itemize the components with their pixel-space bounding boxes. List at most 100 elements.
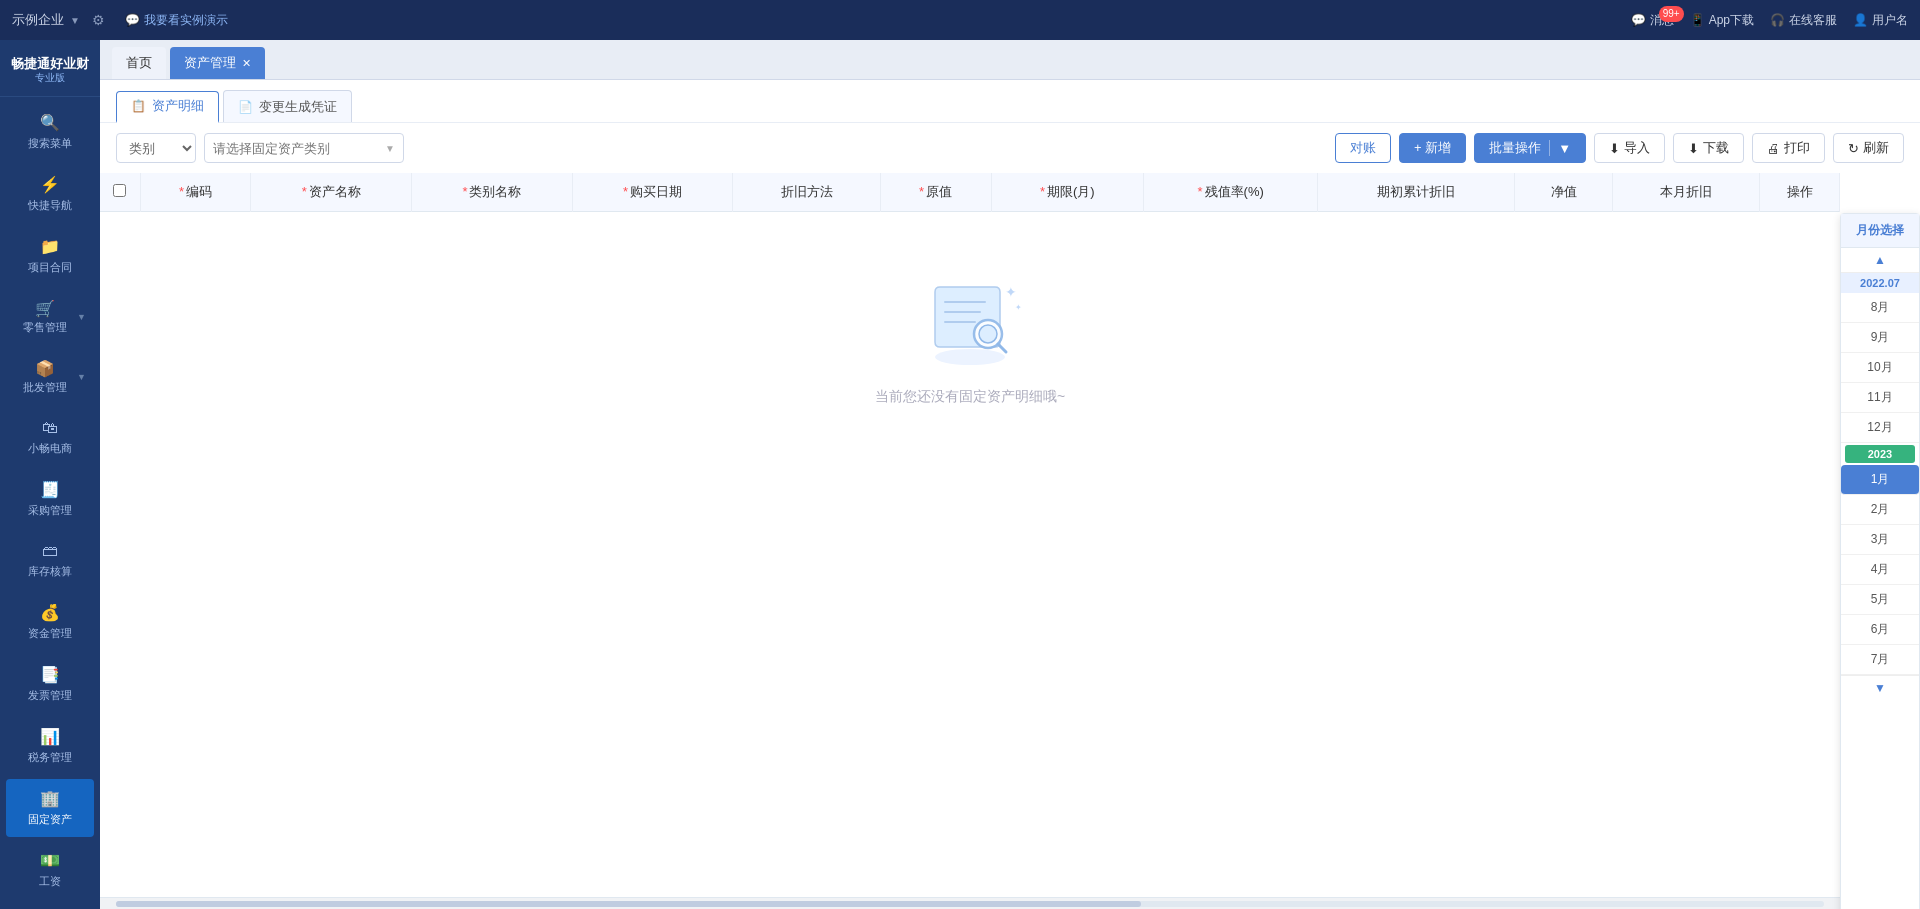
settings-icon[interactable]: ⚙ <box>92 12 105 28</box>
month-panel: 月份选择 ▲ 2022.07 8月 9月 10月 11月 12月 2023 1月… <box>1840 213 1920 909</box>
month-item-1[interactable]: 1月 <box>1841 465 1919 495</box>
company-chevron-icon: ▼ <box>70 15 80 26</box>
app-download-icon: 📱 <box>1690 13 1705 27</box>
download-button[interactable]: ⬇ 下载 <box>1673 133 1744 163</box>
month-item-8[interactable]: 8月 <box>1841 293 1919 323</box>
sidebar-item-retail[interactable]: 🛒 零售管理 ▼ <box>6 289 94 345</box>
fixed-asset-icon: 🏢 <box>40 789 60 808</box>
month-item-3[interactable]: 3月 <box>1841 525 1919 555</box>
svg-text:✦: ✦ <box>1015 303 1022 312</box>
refresh-icon: ↻ <box>1848 141 1859 156</box>
project-icon: 📁 <box>40 237 60 256</box>
sub-tab-asset-detail[interactable]: 📋 资产明细 <box>116 91 219 123</box>
month-item-5[interactable]: 5月 <box>1841 585 1919 615</box>
online-service-button[interactable]: 🎧 在线客服 <box>1770 12 1837 29</box>
sub-tab-asset-detail-label: 资产明细 <box>152 97 204 115</box>
sidebar-item-purchase[interactable]: 🧾 采购管理 <box>6 470 94 528</box>
demo-icon: 💬 <box>125 13 140 27</box>
select-all-checkbox[interactable] <box>113 184 126 197</box>
refresh-button[interactable]: ↻ 刷新 <box>1833 133 1904 163</box>
print-button[interactable]: 🖨 打印 <box>1752 133 1825 163</box>
month-item-12[interactable]: 12月 <box>1841 413 1919 443</box>
asset-detail-tab-icon: 📋 <box>131 99 146 113</box>
demo-link[interactable]: 💬 我要看实例演示 <box>125 12 228 29</box>
page-content: 📋 资产明细 📄 变更生成凭证 类别 ▼ <box>100 80 1920 909</box>
online-service-label: 在线客服 <box>1789 12 1837 29</box>
reconcile-button[interactable]: 对账 <box>1335 133 1391 163</box>
toolbar: 类别 ▼ 对账 + 新增 批量操作 <box>100 123 1920 173</box>
sidebar: 畅捷通好业财 专业版 🔍 搜索菜单 ⚡ 快捷导航 📁 项目合同 🛒 零售管理 ▼… <box>0 40 100 909</box>
sidebar-item-ecommerce[interactable]: 🛍 小畅电商 <box>6 409 94 466</box>
month-next-button[interactable]: ▼ <box>1870 678 1890 698</box>
col-residual-rate: *残值率(%) <box>1143 173 1317 212</box>
batch-label: 批量操作 <box>1489 139 1541 157</box>
category-input-wrap[interactable]: ▼ <box>204 133 404 163</box>
col-original-value: *原值 <box>880 173 991 212</box>
month-panel-header: 月份选择 <box>1841 214 1919 248</box>
sidebar-item-project-label: 项目合同 <box>28 260 72 275</box>
tab-asset-mgmt-label: 资产管理 <box>184 54 236 72</box>
month-item-2[interactable]: 2月 <box>1841 495 1919 525</box>
col-category: *类别名称 <box>412 173 573 212</box>
sidebar-item-purchase-label: 采购管理 <box>28 503 72 518</box>
sub-tab-change-voucher[interactable]: 📄 变更生成凭证 <box>223 90 352 122</box>
download-icon: ⬇ <box>1688 141 1699 156</box>
category-filter-select[interactable]: 类别 <box>116 133 196 163</box>
sidebar-item-wholesale[interactable]: 📦 批发管理 ▼ <box>6 349 94 405</box>
user-info[interactable]: 👤 用户名 <box>1853 12 1908 29</box>
app-subtitle: 专业版 <box>8 72 92 84</box>
main-content: *编码 *资产名称 *类别名称 *购买日期 折旧方法 *原值 *期限(月) *残… <box>100 173 1840 909</box>
message-button[interactable]: 💬 消息 99+ <box>1631 12 1674 29</box>
month-item-6[interactable]: 6月 <box>1841 615 1919 645</box>
company-selector[interactable]: 示例企业 ▼ <box>12 11 80 29</box>
download-label: 下载 <box>1703 139 1729 157</box>
sidebar-item-inventory[interactable]: 🗃 库存核算 <box>6 532 94 589</box>
sidebar-item-tax[interactable]: 📊 税务管理 <box>6 717 94 775</box>
sidebar-item-retail-label: 零售管理 <box>23 320 67 335</box>
month-item-11[interactable]: 11月 <box>1841 383 1919 413</box>
toolbar-right: 对账 + 新增 批量操作 ▼ ⬇ 导入 ⬇ <box>1335 133 1904 163</box>
app-title: 畅捷通好业财 <box>8 56 92 72</box>
col-accumulated-depreciation: 期初累计折旧 <box>1318 173 1515 212</box>
month-item-7[interactable]: 7月 <box>1841 645 1919 675</box>
tab-bar: 首页 资产管理 ✕ <box>100 40 1920 80</box>
category-search-input[interactable] <box>213 141 381 156</box>
bottom-scrollbar[interactable] <box>100 897 1840 909</box>
top-bar-right: 💬 消息 99+ 📱 App下载 🎧 在线客服 👤 用户名 <box>1631 12 1908 29</box>
col-net-value: 净值 <box>1515 173 1612 212</box>
month-item-4[interactable]: 4月 <box>1841 555 1919 585</box>
import-button[interactable]: ⬇ 导入 <box>1594 133 1665 163</box>
tab-home[interactable]: 首页 <box>112 47 166 79</box>
col-period-months: *期限(月) <box>991 173 1143 212</box>
sidebar-item-invoice[interactable]: 📑 发票管理 <box>6 655 94 713</box>
sub-tab-change-voucher-label: 变更生成凭证 <box>259 98 337 116</box>
month-prev-button[interactable]: ▲ <box>1870 250 1890 270</box>
add-label: + 新增 <box>1414 139 1451 157</box>
sidebar-item-management[interactable]: 📈 经营管理 <box>6 903 94 909</box>
sidebar-item-invoice-label: 发票管理 <box>28 688 72 703</box>
wholesale-arrow-icon: ▼ <box>77 372 86 382</box>
sidebar-item-payroll[interactable]: 💵 工资 <box>6 841 94 899</box>
finance-icon: 💰 <box>40 603 60 622</box>
sidebar-item-finance-label: 资金管理 <box>28 626 72 641</box>
app-download-button[interactable]: 📱 App下载 <box>1690 12 1754 29</box>
message-badge: 99+ <box>1659 6 1684 22</box>
refresh-label: 刷新 <box>1863 139 1889 157</box>
month-item-9[interactable]: 9月 <box>1841 323 1919 353</box>
sidebar-item-tax-label: 税务管理 <box>28 750 72 765</box>
scroll-thumb <box>116 901 1141 907</box>
table-wrap[interactable]: *编码 *资产名称 *类别名称 *购买日期 折旧方法 *原值 *期限(月) *残… <box>100 173 1840 897</box>
sidebar-item-project[interactable]: 📁 项目合同 <box>6 227 94 285</box>
tab-close-icon[interactable]: ✕ <box>242 57 251 70</box>
company-name: 示例企业 <box>12 11 64 29</box>
headset-icon: 🎧 <box>1770 13 1785 27</box>
tab-asset-mgmt[interactable]: 资产管理 ✕ <box>170 47 265 79</box>
sidebar-item-shortcut[interactable]: ⚡ 快捷导航 <box>6 165 94 223</box>
sidebar-item-search[interactable]: 🔍 搜索菜单 <box>6 103 94 161</box>
batch-button[interactable]: 批量操作 ▼ <box>1474 133 1586 163</box>
add-button[interactable]: + 新增 <box>1399 133 1466 163</box>
sidebar-item-fixed-asset[interactable]: 🏢 固定资产 <box>6 779 94 837</box>
sidebar-item-finance[interactable]: 💰 资金管理 <box>6 593 94 651</box>
month-item-10[interactable]: 10月 <box>1841 353 1919 383</box>
category-chevron-icon: ▼ <box>385 143 395 154</box>
